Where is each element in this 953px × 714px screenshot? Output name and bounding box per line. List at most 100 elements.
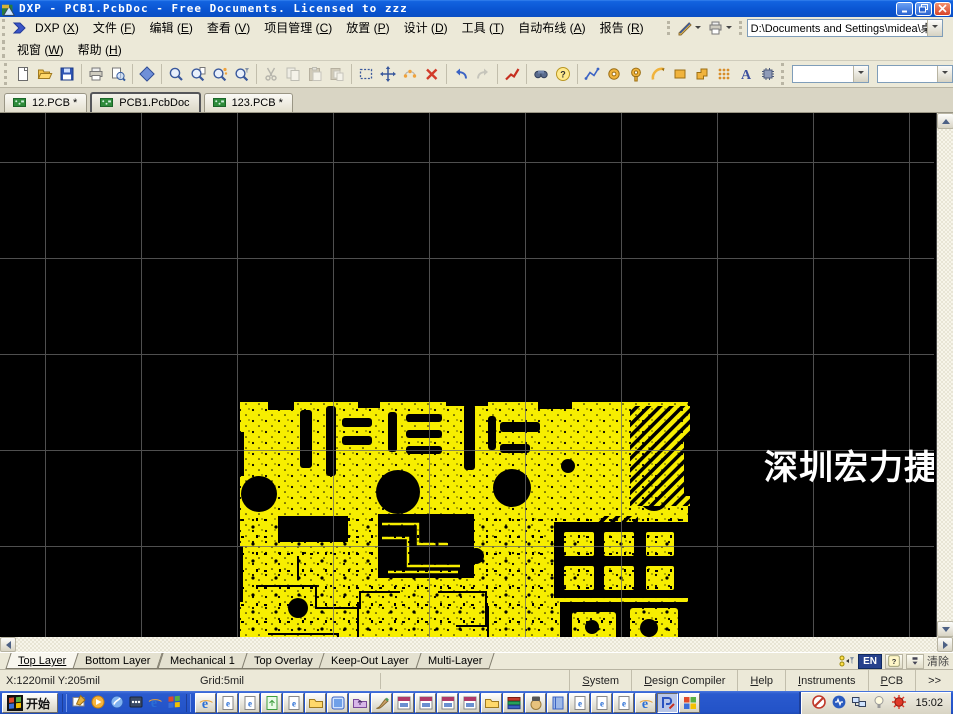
horizontal-scrollbar[interactable] <box>0 637 953 652</box>
toolbar-drag-handle[interactable] <box>4 63 10 85</box>
clear-filter-button[interactable] <box>421 63 443 85</box>
status-panel-instruments[interactable]: Instruments <box>785 670 867 691</box>
taskbar-button-4-ie-document[interactable]: e <box>283 693 304 713</box>
toolbar-drag-handle[interactable] <box>781 63 787 85</box>
component-filter-combo[interactable] <box>877 65 953 83</box>
component-filter-dropdown-button[interactable] <box>937 66 952 82</box>
select-area-button[interactable] <box>355 63 377 85</box>
language-indicator[interactable]: EN <box>858 654 882 669</box>
document-tab-0[interactable]: 12.PCB * <box>4 93 87 112</box>
dimension-tool-button[interactable] <box>675 19 706 37</box>
quick-launch-windows-logo[interactable] <box>166 694 182 713</box>
taskbar-button-17-ie-document[interactable]: e <box>569 693 590 713</box>
toolbar-drag-handle[interactable] <box>739 21 745 35</box>
taskbar-button-12-photoshop[interactable] <box>459 693 480 713</box>
menu-item-6[interactable]: 设计 (D) <box>397 19 455 37</box>
tray-mute-indicator[interactable] <box>811 694 827 713</box>
place-arc-button[interactable] <box>647 63 669 85</box>
zoom-selected-button[interactable] <box>209 63 231 85</box>
document-path-combo[interactable]: D:\Documents and Settings\midea\桌面 <box>747 19 943 37</box>
menu-item-3[interactable]: 查看 (V) <box>200 19 257 37</box>
clear-label[interactable]: 清除 <box>927 653 953 669</box>
layer-tab-keep-out-layer[interactable]: Keep-Out Layer <box>319 653 422 669</box>
deselect-all-button[interactable] <box>399 63 421 85</box>
layer-tab-bottom-layer[interactable]: Bottom Layer <box>73 653 164 669</box>
taskbar-button-7-folder-open[interactable] <box>349 693 370 713</box>
taskbar-button-1-ie-document[interactable]: e <box>217 693 238 713</box>
status-panel-help[interactable]: Help <box>737 670 785 691</box>
status-panel-system[interactable]: System <box>569 670 631 691</box>
layer-tab-top-overlay[interactable]: Top Overlay <box>241 653 325 669</box>
interactive-routing-button[interactable] <box>501 63 523 85</box>
browse-layers-button[interactable] <box>136 63 158 85</box>
taskbar-button-8-paint-brush[interactable] <box>371 693 392 713</box>
copy-button[interactable] <box>282 63 304 85</box>
mask-level-icon[interactable] <box>839 653 855 669</box>
panel-options-button[interactable] <box>906 654 924 669</box>
pcb-canvas[interactable]: 深圳宏力捷 <box>0 113 934 637</box>
taskbar-button-10-photoshop[interactable] <box>415 693 436 713</box>
scroll-up-button[interactable] <box>937 113 953 129</box>
document-tab-2[interactable]: 123.PCB * <box>204 93 293 112</box>
status-panel--[interactable]: >> <box>915 670 953 691</box>
scroll-right-button[interactable] <box>937 637 953 652</box>
place-polygon-button[interactable] <box>691 63 713 85</box>
undo-button[interactable] <box>450 63 472 85</box>
menu-item-row2-0[interactable]: 视窗 (W) <box>10 41 71 59</box>
taskbar-button-2-ie-document[interactable]: e <box>239 693 260 713</box>
toolbar-drag-handle[interactable] <box>2 40 8 58</box>
place-line-button[interactable] <box>581 63 603 85</box>
find-similar-button[interactable] <box>530 63 552 85</box>
report-tool-button[interactable] <box>706 19 737 37</box>
place-pad-button[interactable] <box>603 63 625 85</box>
layer-tab-multi-layer[interactable]: Multi-Layer <box>415 653 495 669</box>
taskbar-button-16-blue-book[interactable] <box>547 693 568 713</box>
tray-network-connection[interactable] <box>851 694 867 713</box>
toolbar-drag-handle[interactable] <box>667 21 673 35</box>
taskbar-button-5-folder[interactable] <box>305 693 326 713</box>
taskbar-button-18-ie-document[interactable]: e <box>591 693 612 713</box>
menu-item-2[interactable]: 编辑 (E) <box>143 19 200 37</box>
menu-item-0[interactable]: DXP (X) <box>28 19 86 37</box>
help-tip-button[interactable]: ? <box>885 654 903 669</box>
menu-item-7[interactable]: 工具 (T) <box>455 19 512 37</box>
print-preview-button[interactable] <box>107 63 129 85</box>
scroll-down-button[interactable] <box>937 621 953 637</box>
move-selection-button[interactable] <box>377 63 399 85</box>
zoom-filtered-button[interactable] <box>231 63 253 85</box>
place-string-button[interactable]: A <box>735 63 757 85</box>
quick-launch-messenger[interactable] <box>109 694 125 713</box>
place-fill-button[interactable] <box>669 63 691 85</box>
restore-button[interactable] <box>915 2 932 16</box>
scroll-left-button[interactable] <box>0 637 16 652</box>
close-button[interactable] <box>934 2 951 16</box>
document-tab-1[interactable]: PCB1.PcbDoc <box>90 92 200 112</box>
taskbar-button-9-photoshop[interactable] <box>393 693 414 713</box>
taskbar-button-21-dxp-app[interactable] <box>657 693 678 713</box>
menu-item-5[interactable]: 放置 (P) <box>339 19 396 37</box>
zoom-window-button[interactable] <box>165 63 187 85</box>
menu-item-row2-1[interactable]: 帮助 (H) <box>71 41 129 59</box>
path-combo-dropdown-button[interactable] <box>927 20 942 36</box>
layer-tab-mechanical-1[interactable]: Mechanical 1 <box>157 653 247 669</box>
taskbar-button-13-folder[interactable] <box>481 693 502 713</box>
help-button[interactable]: ? <box>552 63 574 85</box>
place-via-button[interactable] <box>625 63 647 85</box>
toolbar-drag-handle[interactable] <box>2 19 8 36</box>
paste-button[interactable] <box>304 63 326 85</box>
print-button[interactable] <box>85 63 107 85</box>
menu-item-8[interactable]: 自动布线 (A) <box>511 19 592 37</box>
taskbar-button-22-color-app[interactable] <box>679 693 700 713</box>
zoom-document-button[interactable] <box>187 63 209 85</box>
taskbar-button-0-internet-explorer[interactable]: e <box>195 693 216 713</box>
save-document-button[interactable] <box>56 63 78 85</box>
place-component-button[interactable] <box>757 63 779 85</box>
layer-tab-top-layer[interactable]: Top Layer <box>5 653 79 669</box>
open-document-button[interactable] <box>34 63 56 85</box>
tray-bulb-indicator[interactable] <box>871 694 887 713</box>
redo-button[interactable] <box>472 63 494 85</box>
tray-blue-service[interactable] <box>831 694 847 713</box>
quick-launch-input-method[interactable] <box>128 694 144 713</box>
quick-launch-media-player[interactable] <box>90 694 106 713</box>
net-filter-combo[interactable] <box>792 65 868 83</box>
